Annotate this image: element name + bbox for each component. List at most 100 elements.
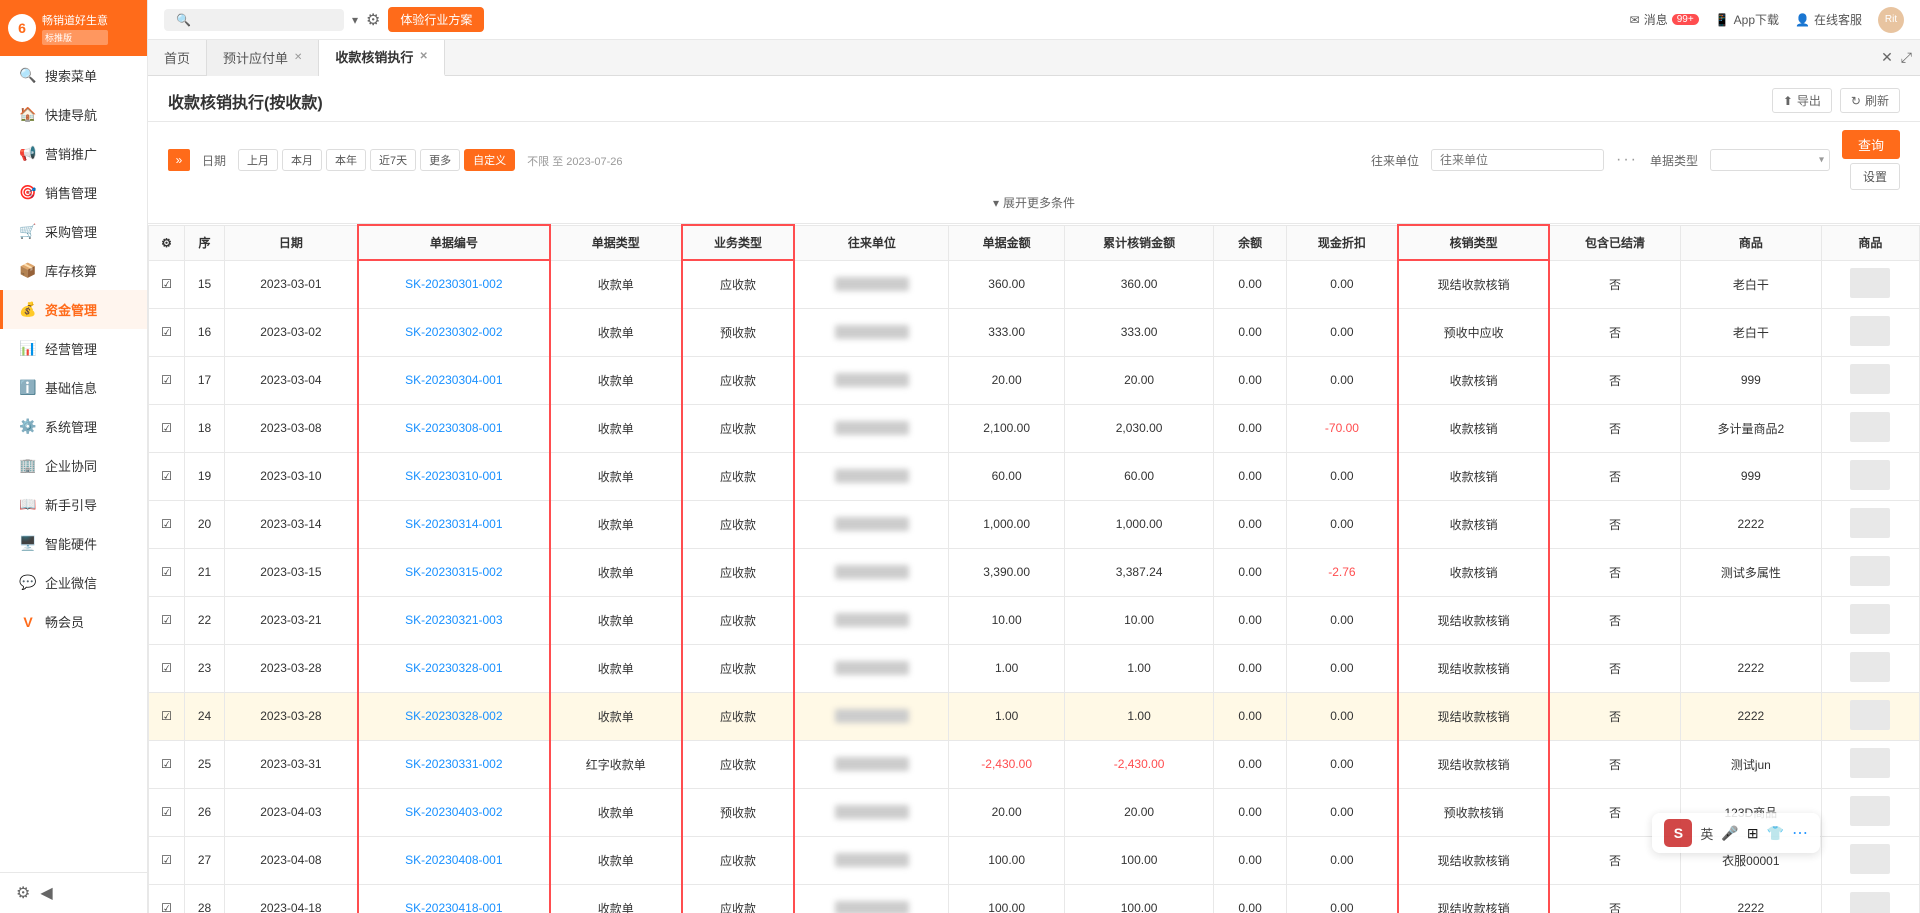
sidebar-item-enterprise[interactable]: 🏢 企业协同 [0, 446, 147, 485]
navbar-search-box[interactable]: 🔍 [164, 9, 344, 31]
watermark-grid-icon[interactable]: ⊞ [1747, 825, 1759, 842]
filter-expand-button[interactable]: » [168, 149, 190, 171]
sidebar-item-marketing[interactable]: 📢 营销推广 [0, 134, 147, 173]
voucher-no-link-9[interactable]: SK-20230328-002 [405, 709, 502, 723]
avatar[interactable]: Rit [1878, 7, 1904, 33]
sidebar-item-search-menu[interactable]: 🔍 搜索菜单 [0, 56, 147, 95]
tab-close-all-icon[interactable]: ✕ [1881, 49, 1893, 66]
cell-write-off-type-12: 现结收款核销 [1398, 836, 1549, 884]
export-button[interactable]: ⬆ 导出 [1772, 88, 1832, 113]
voucher-no-link-3[interactable]: SK-20230308-001 [405, 421, 502, 435]
voucher-no-link-6[interactable]: SK-20230315-002 [405, 565, 502, 579]
filter-this-year-btn[interactable]: 本年 [326, 149, 366, 171]
solution-button[interactable]: 体验行业方案 [388, 7, 484, 32]
tab-pre-payment-close-icon[interactable]: ✕ [294, 52, 302, 63]
refresh-button[interactable]: ↻ 刷新 [1840, 88, 1900, 113]
sidebar-item-quick-nav[interactable]: 🏠 快捷导航 [0, 95, 147, 134]
cell-date-10: 2023-03-31 [225, 740, 358, 788]
sidebar-item-sales[interactable]: 🎯 销售管理 [0, 173, 147, 212]
cell-settings-10[interactable]: ☑ [149, 740, 185, 788]
cell-accum-amount-1: 333.00 [1064, 308, 1214, 356]
filter-7days-btn[interactable]: 近7天 [370, 149, 416, 171]
voucher-no-link-0[interactable]: SK-20230301-002 [405, 277, 502, 291]
online-service-item[interactable]: 👤 在线客服 [1795, 11, 1862, 28]
export-icon: ⬆ [1783, 94, 1793, 108]
app-download-item[interactable]: 📱 App下载 [1715, 11, 1779, 28]
cell-settings-5[interactable]: ☑ [149, 500, 185, 548]
voucher-no-link-4[interactable]: SK-20230310-001 [405, 469, 502, 483]
gear-icon[interactable]: ⚙ [366, 10, 380, 30]
cell-amount-2: 20.00 [949, 356, 1064, 404]
sidebar-item-purchase[interactable]: 🛒 采购管理 [0, 212, 147, 251]
tab-home[interactable]: 首页 [148, 40, 207, 76]
sidebar-item-hardware[interactable]: 🖥️ 智能硬件 [0, 524, 147, 563]
watermark-mic-icon[interactable]: 🎤 [1721, 825, 1738, 842]
watermark-logo: S [1664, 819, 1692, 847]
sidebar-item-vip[interactable]: V 畅会员 [0, 602, 147, 641]
watermark-shirt-icon[interactable]: 👕 [1767, 825, 1784, 842]
cell-settings-6[interactable]: ☑ [149, 548, 185, 596]
cell-settings-0[interactable]: ☑ [149, 260, 185, 308]
sidebar-item-operations[interactable]: 📊 经营管理 [0, 329, 147, 368]
sidebar-item-guide[interactable]: 📖 新手引导 [0, 485, 147, 524]
cell-biz-type-10: 应收款 [682, 740, 795, 788]
th-voucher-type: 单据类型 [550, 225, 682, 260]
cell-settings-4[interactable]: ☑ [149, 452, 185, 500]
cell-partner-6 [794, 548, 949, 596]
cell-settings-3[interactable]: ☑ [149, 404, 185, 452]
date-range-text: 不限 至 2023-07-26 [527, 153, 622, 169]
cell-settings-8[interactable]: ☑ [149, 644, 185, 692]
cell-biz-type-8: 应收款 [682, 644, 795, 692]
sidebar-item-label: 企业微信 [45, 573, 97, 592]
cell-accum-amount-12: 100.00 [1064, 836, 1214, 884]
voucher-no-link-11[interactable]: SK-20230403-002 [405, 805, 502, 819]
voucher-no-link-1[interactable]: SK-20230302-002 [405, 325, 502, 339]
cell-goods-5: 2222 [1680, 500, 1821, 548]
voucher-no-link-8[interactable]: SK-20230328-001 [405, 661, 502, 675]
voucher-no-link-13[interactable]: SK-20230418-001 [405, 901, 502, 913]
cell-voucher-no-12: SK-20230408-001 [358, 836, 550, 884]
cell-balance-9: 0.00 [1214, 692, 1286, 740]
voucher-no-link-5[interactable]: SK-20230314-001 [405, 517, 502, 531]
tab-expand-icon[interactable]: ⤢ [1901, 49, 1912, 66]
watermark-more-icon[interactable]: ⋯ [1792, 823, 1808, 843]
th-settings[interactable]: ⚙ [149, 225, 185, 260]
cell-settings-9[interactable]: ☑ [149, 692, 185, 740]
cell-settings-13[interactable]: ☑ [149, 884, 185, 913]
filter-more-btn[interactable]: 更多 [420, 149, 460, 171]
sidebar-item-fund[interactable]: 💰 资金管理 [0, 290, 147, 329]
cell-voucher-no-7: SK-20230321-003 [358, 596, 550, 644]
filter-this-month-btn[interactable]: 本月 [282, 149, 322, 171]
navbar-dropdown[interactable]: ▾ [352, 13, 358, 27]
cell-settings-2[interactable]: ☑ [149, 356, 185, 404]
sidebar-item-sys-mgmt[interactable]: ⚙️ 系统管理 [0, 407, 147, 446]
sidebar-item-wechat[interactable]: 💬 企业微信 [0, 563, 147, 602]
tab-collection-exec-close-icon[interactable]: ✕ [419, 51, 427, 62]
cell-settings-1[interactable]: ☑ [149, 308, 185, 356]
tab-pre-payment[interactable]: 预计应付单 ✕ [207, 40, 319, 76]
cell-voucher-type-8: 收款单 [550, 644, 682, 692]
voucher-no-link-10[interactable]: SK-20230331-002 [405, 757, 502, 771]
cell-balance-13: 0.00 [1214, 884, 1286, 913]
voucher-no-link-7[interactable]: SK-20230321-003 [405, 613, 502, 627]
settings-icon[interactable]: ⚙ [16, 883, 30, 903]
sidebar-item-label: 企业协同 [45, 456, 97, 475]
tab-collection-exec[interactable]: 收款核销执行 ✕ [319, 40, 444, 76]
filter-last-month-btn[interactable]: 上月 [238, 149, 278, 171]
filter-custom-btn[interactable]: 自定义 [464, 149, 515, 171]
voucher-no-link-2[interactable]: SK-20230304-001 [405, 373, 502, 387]
sidebar-item-basic-info[interactable]: ℹ️ 基础信息 [0, 368, 147, 407]
collapse-icon[interactable]: ◀ [40, 883, 52, 903]
cell-settings-12[interactable]: ☑ [149, 836, 185, 884]
voucher-type-select[interactable] [1710, 149, 1830, 171]
filter-settings-button[interactable]: 设置 [1850, 163, 1900, 190]
sidebar-item-inventory[interactable]: 📦 库存核算 [0, 251, 147, 290]
expand-more-button[interactable]: ▾ 展开更多条件 [993, 194, 1075, 211]
partner-filter-input[interactable] [1431, 149, 1604, 171]
cell-settings-7[interactable]: ☑ [149, 596, 185, 644]
cell-settings-11[interactable]: ☑ [149, 788, 185, 836]
cell-balance-6: 0.00 [1214, 548, 1286, 596]
query-button[interactable]: 查询 [1842, 130, 1900, 159]
voucher-no-link-12[interactable]: SK-20230408-001 [405, 853, 502, 867]
message-badge-item[interactable]: ✉ 消息 99+ [1630, 11, 1699, 28]
